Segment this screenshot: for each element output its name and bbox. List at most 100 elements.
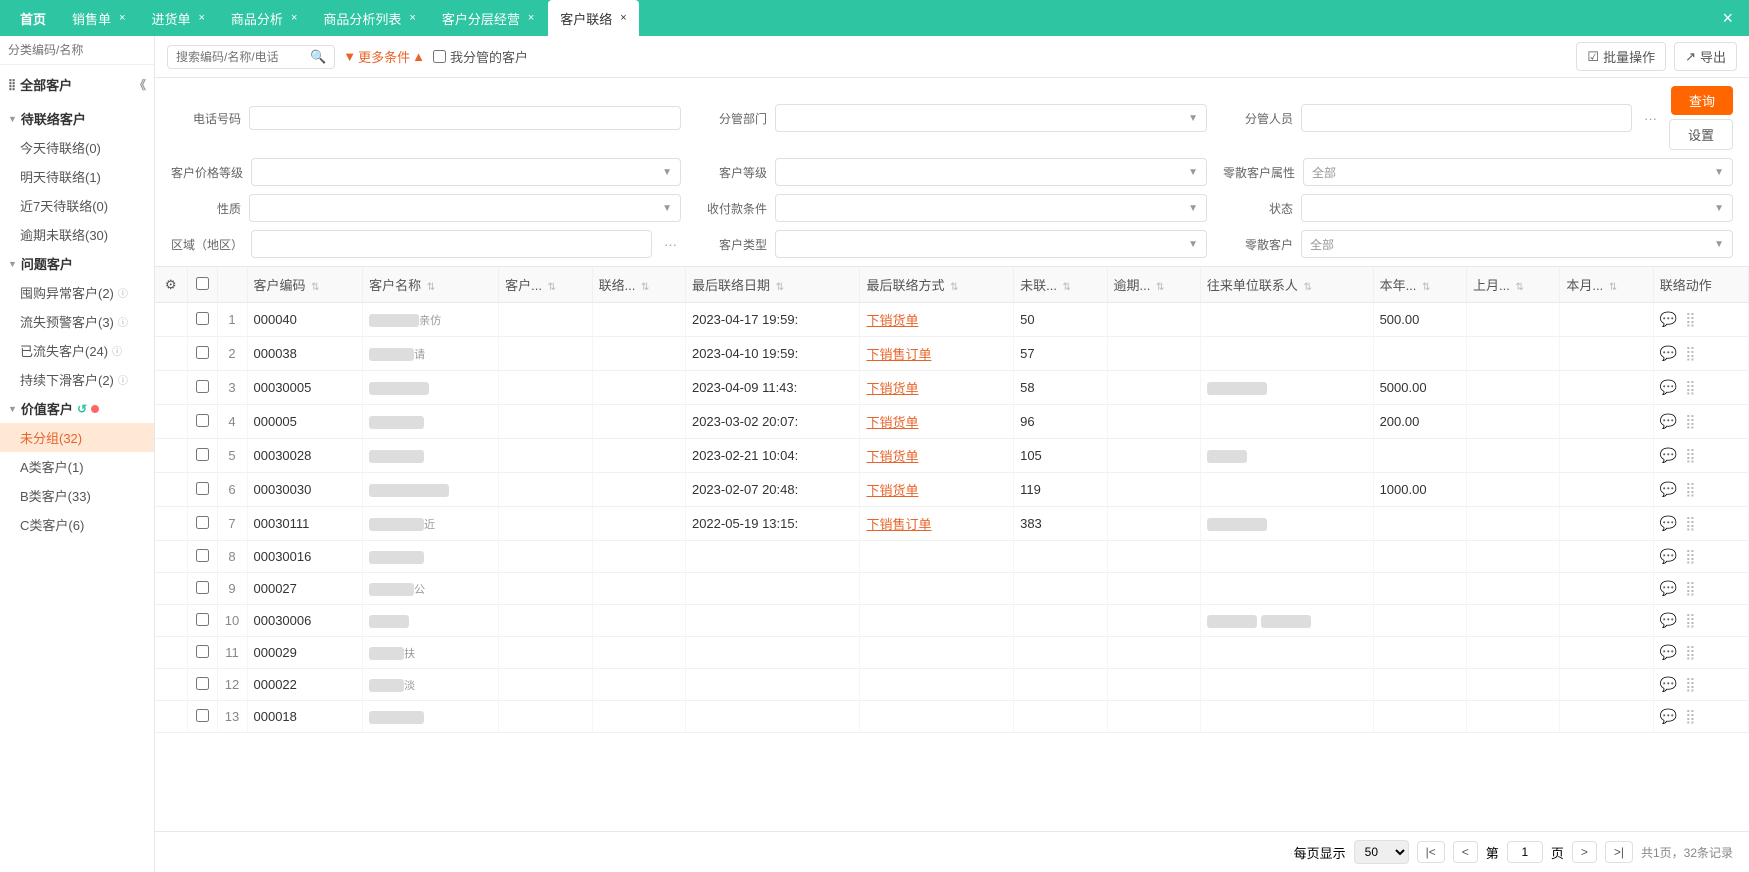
- sidebar-item-b-class[interactable]: B类客户(33): [0, 481, 154, 510]
- row-select[interactable]: [196, 448, 209, 461]
- tab-customer-segment[interactable]: 客户分层经营 ×: [430, 0, 546, 36]
- col-no-contact[interactable]: 未联... ⇅: [1014, 267, 1107, 303]
- col-last-date[interactable]: 最后联络日期 ⇅: [685, 267, 859, 303]
- row-checkbox[interactable]: [187, 405, 217, 439]
- col-this-month[interactable]: 本月... ⇅: [1560, 267, 1653, 303]
- sidebar-all-customers[interactable]: ⣿ 全部客户 《: [0, 69, 154, 100]
- col-checkbox[interactable]: [187, 267, 217, 303]
- scatter-select[interactable]: 全部 ▼: [1303, 158, 1733, 186]
- last-method-link[interactable]: 下销货单: [866, 381, 918, 396]
- nature-select[interactable]: ▼: [249, 194, 681, 222]
- chat-icon[interactable]: 💬: [1660, 413, 1677, 430]
- row-select[interactable]: [196, 516, 209, 529]
- chat-icon[interactable]: 💬: [1660, 481, 1677, 498]
- row-select[interactable]: [196, 677, 209, 690]
- settings-icon[interactable]: ⚙: [165, 277, 177, 292]
- sidebar-item-today[interactable]: 今天待联络(0): [0, 133, 154, 162]
- chat-icon[interactable]: 💬: [1660, 580, 1677, 597]
- row-checkbox[interactable]: [187, 371, 217, 405]
- row-checkbox[interactable]: [187, 701, 217, 733]
- last-method-link[interactable]: 下销货单: [866, 415, 918, 430]
- first-page-btn[interactable]: |<: [1417, 841, 1445, 863]
- row-checkbox[interactable]: [187, 669, 217, 701]
- row-checkbox[interactable]: [187, 637, 217, 669]
- row-select[interactable]: [196, 380, 209, 393]
- payment-select[interactable]: ▼: [775, 194, 1207, 222]
- chat-icon[interactable]: 💬: [1660, 612, 1677, 629]
- close-product-analysis-icon[interactable]: ×: [291, 12, 297, 24]
- apps-icon[interactable]: ⣿: [1685, 548, 1695, 565]
- chat-icon[interactable]: 💬: [1660, 379, 1677, 396]
- col-settings[interactable]: ⚙: [155, 267, 187, 303]
- dept-select[interactable]: ▼: [775, 104, 1207, 132]
- row-select[interactable]: [196, 549, 209, 562]
- apps-icon[interactable]: ⣿: [1685, 676, 1695, 693]
- row-checkbox[interactable]: [187, 541, 217, 573]
- apps-icon[interactable]: ⣿: [1685, 612, 1695, 629]
- sidebar-item-declining[interactable]: 持续下滑客户(2) ⓘ: [0, 365, 154, 394]
- row-select[interactable]: [196, 482, 209, 495]
- tab-customer-contact[interactable]: 客户联络 ×: [548, 0, 638, 36]
- refresh-icon[interactable]: ↺: [77, 402, 87, 416]
- row-checkbox[interactable]: [187, 439, 217, 473]
- row-checkbox[interactable]: [187, 573, 217, 605]
- col-unit-contact[interactable]: 往来单位联系人 ⇅: [1200, 267, 1373, 303]
- col-overdue[interactable]: 逾期... ⇅: [1107, 267, 1200, 303]
- status-select[interactable]: ▼: [1301, 194, 1733, 222]
- close-customer-contact-icon[interactable]: ×: [620, 12, 626, 24]
- row-select[interactable]: [196, 709, 209, 722]
- apps-icon[interactable]: ⣿: [1685, 644, 1695, 661]
- sidebar-group-problem[interactable]: ▼ 问题客户: [0, 249, 154, 278]
- close-all-icon[interactable]: ×: [1714, 8, 1741, 29]
- sidebar-item-week[interactable]: 近7天待联络(0): [0, 191, 154, 220]
- scatter2-select[interactable]: 全部 ▼: [1301, 230, 1733, 258]
- person-dots-icon[interactable]: ···: [1640, 111, 1661, 126]
- phone-input[interactable]: [249, 106, 681, 130]
- tab-product-analysis[interactable]: 商品分析 ×: [219, 0, 309, 36]
- chat-icon[interactable]: 💬: [1660, 345, 1677, 362]
- apps-icon[interactable]: ⣿: [1685, 515, 1695, 532]
- row-select[interactable]: [196, 312, 209, 325]
- col-last-method[interactable]: 最后联络方式 ⇅: [860, 267, 1014, 303]
- chat-icon[interactable]: 💬: [1660, 676, 1677, 693]
- sidebar-item-c-class[interactable]: C类客户(6): [0, 510, 154, 539]
- close-sales-icon[interactable]: ×: [119, 12, 125, 24]
- apps-icon[interactable]: ⣿: [1685, 447, 1695, 464]
- col-this-year[interactable]: 本年... ⇅: [1373, 267, 1466, 303]
- row-checkbox[interactable]: [187, 337, 217, 371]
- row-select[interactable]: [196, 346, 209, 359]
- export-button[interactable]: ↗ 导出: [1674, 42, 1737, 71]
- region-dots-icon[interactable]: ···: [660, 237, 681, 252]
- row-select[interactable]: [196, 613, 209, 626]
- tab-purchase[interactable]: 进货单 ×: [139, 0, 216, 36]
- col-last-month[interactable]: 上月... ⇅: [1466, 267, 1559, 303]
- col-contact[interactable]: 联络... ⇅: [592, 267, 685, 303]
- sidebar-item-lost[interactable]: 已流失客户(24) ⓘ: [0, 336, 154, 365]
- apps-icon[interactable]: ⣿: [1685, 413, 1695, 430]
- type-select[interactable]: ▼: [775, 230, 1207, 258]
- filter-search-input[interactable]: [176, 50, 306, 64]
- sidebar-item-tomorrow[interactable]: 明天待联络(1): [0, 162, 154, 191]
- filter-more-btn[interactable]: ▼ 更多条件 ▲: [343, 47, 425, 66]
- col-code[interactable]: 客户编码 ⇅: [247, 267, 363, 303]
- price-select[interactable]: ▼: [251, 158, 681, 186]
- chat-icon[interactable]: 💬: [1660, 515, 1677, 532]
- prev-page-btn[interactable]: <: [1453, 841, 1478, 863]
- person-select[interactable]: [1301, 104, 1632, 132]
- select-all-checkbox[interactable]: [196, 277, 209, 290]
- batch-op-button[interactable]: ☑ 批量操作: [1576, 42, 1666, 71]
- sidebar-group-pending-contact[interactable]: ▼ 待联络客户: [0, 104, 154, 133]
- sidebar-item-abnormal[interactable]: 囤购异常客户(2) ⓘ: [0, 278, 154, 307]
- chat-icon[interactable]: 💬: [1660, 311, 1677, 328]
- apps-icon[interactable]: ⣿: [1685, 481, 1695, 498]
- apps-icon[interactable]: ⣿: [1685, 379, 1695, 396]
- reset-button[interactable]: 设置: [1669, 119, 1733, 150]
- row-checkbox[interactable]: [187, 605, 217, 637]
- col-customer-type[interactable]: 客户... ⇅: [499, 267, 592, 303]
- close-product-analysis-list-icon[interactable]: ×: [409, 12, 415, 24]
- row-checkbox[interactable]: [187, 507, 217, 541]
- apps-icon[interactable]: ⣿: [1685, 345, 1695, 362]
- row-checkbox[interactable]: [187, 303, 217, 337]
- close-purchase-icon[interactable]: ×: [198, 12, 204, 24]
- row-checkbox[interactable]: [187, 473, 217, 507]
